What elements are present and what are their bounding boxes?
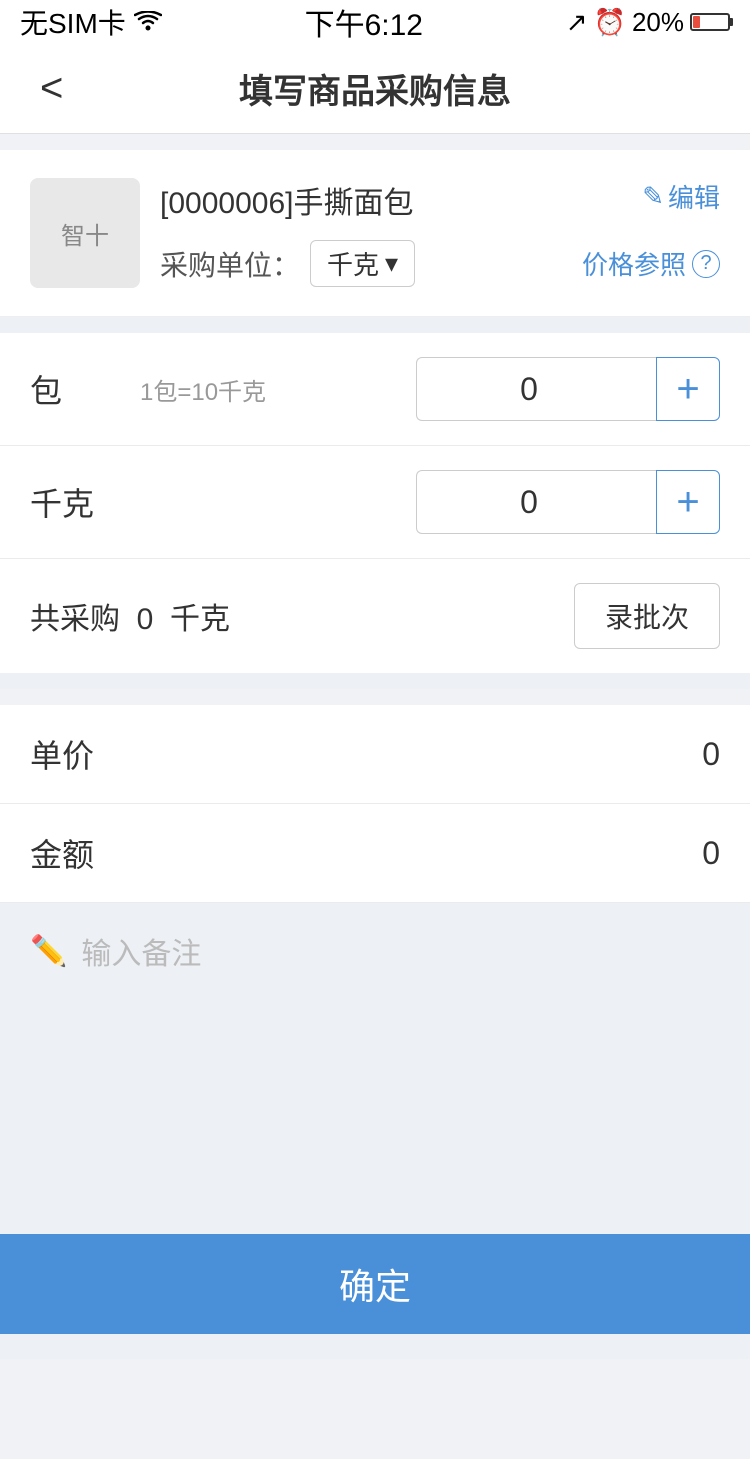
unit-value: 千克 bbox=[327, 245, 379, 282]
amount-label: 金额 bbox=[30, 830, 94, 876]
pencil-icon: ✏️ bbox=[30, 934, 67, 969]
page-title: 填写商品采购信息 bbox=[239, 64, 511, 113]
battery-percent: 20% bbox=[632, 7, 684, 38]
note-input[interactable]: 输入备注 bbox=[81, 929, 201, 973]
alarm-icon: ⏰ bbox=[594, 7, 626, 38]
bag-plus-button[interactable]: + bbox=[656, 357, 720, 421]
input-section: 包 1包=10千克 + 千克 + bbox=[0, 333, 750, 559]
kg-quantity-input[interactable] bbox=[416, 470, 656, 534]
back-button[interactable]: < bbox=[30, 56, 73, 121]
carrier-label: 无SIM卡 bbox=[20, 2, 126, 42]
unit-price-label: 单价 bbox=[30, 731, 94, 777]
bag-sublabel: 1包=10千克 bbox=[140, 372, 266, 407]
summary-row: 共采购 0 千克 录批次 bbox=[0, 559, 750, 673]
dropdown-icon: ▾ bbox=[385, 248, 398, 279]
unit-price-value: 0 bbox=[702, 736, 720, 773]
price-section: 单价 0 金额 0 bbox=[0, 705, 750, 903]
summary-text: 共采购 0 千克 bbox=[30, 594, 230, 638]
price-reference-button[interactable]: 价格参照 ? bbox=[582, 245, 720, 282]
bag-label: 包 bbox=[30, 366, 130, 412]
unit-price-row: 单价 0 bbox=[0, 705, 750, 804]
product-card: 智十 [0000006]手撕面包 ✎ 编辑 采购单位： 千克 ▾ bbox=[0, 150, 750, 317]
product-image-text: 智十 bbox=[61, 216, 109, 251]
product-info: [0000006]手撕面包 ✎ 编辑 采购单位： 千克 ▾ 价格参照 ? bbox=[160, 178, 720, 287]
section-divider-1 bbox=[0, 317, 750, 333]
edit-icon: ✎ bbox=[642, 181, 664, 212]
bag-input-row: 包 1包=10千克 + bbox=[0, 333, 750, 446]
status-bar: 无SIM卡 下午6:12 ↗ ⏰ 20% bbox=[0, 0, 750, 44]
amount-value: 0 bbox=[702, 835, 720, 872]
kg-label: 千克 bbox=[30, 479, 130, 525]
edit-button[interactable]: ✎ 编辑 bbox=[642, 178, 720, 215]
location-icon: ↗ bbox=[566, 7, 588, 38]
battery-icon bbox=[690, 13, 730, 31]
unit-label: 采购单位： bbox=[160, 244, 300, 284]
edit-label: 编辑 bbox=[668, 178, 720, 215]
confirm-button[interactable]: 确定 bbox=[0, 1234, 750, 1334]
product-name: [0000006]手撕面包 bbox=[160, 178, 413, 222]
amount-row: 金额 0 bbox=[0, 804, 750, 903]
summary-value: 0 bbox=[137, 603, 154, 636]
help-icon: ? bbox=[692, 250, 720, 278]
batch-button[interactable]: 录批次 bbox=[574, 583, 720, 649]
product-image: 智十 bbox=[30, 178, 140, 288]
nav-bar: < 填写商品采购信息 bbox=[0, 44, 750, 134]
kg-plus-button[interactable]: + bbox=[656, 470, 720, 534]
price-ref-label: 价格参照 bbox=[582, 245, 686, 282]
time-display: 下午6:12 bbox=[305, 0, 423, 44]
summary-unit: 千克 bbox=[170, 603, 230, 636]
unit-select[interactable]: 千克 ▾ bbox=[310, 240, 415, 287]
note-section[interactable]: ✏️ 输入备注 bbox=[0, 903, 750, 999]
section-divider-2 bbox=[0, 673, 750, 689]
wifi-icon bbox=[134, 6, 162, 38]
bag-quantity-input[interactable] bbox=[416, 357, 656, 421]
kg-input-row: 千克 + bbox=[0, 446, 750, 559]
status-right: ↗ ⏰ 20% bbox=[566, 7, 730, 38]
summary-prefix: 共采购 bbox=[30, 603, 120, 636]
status-left: 无SIM卡 bbox=[20, 2, 162, 42]
